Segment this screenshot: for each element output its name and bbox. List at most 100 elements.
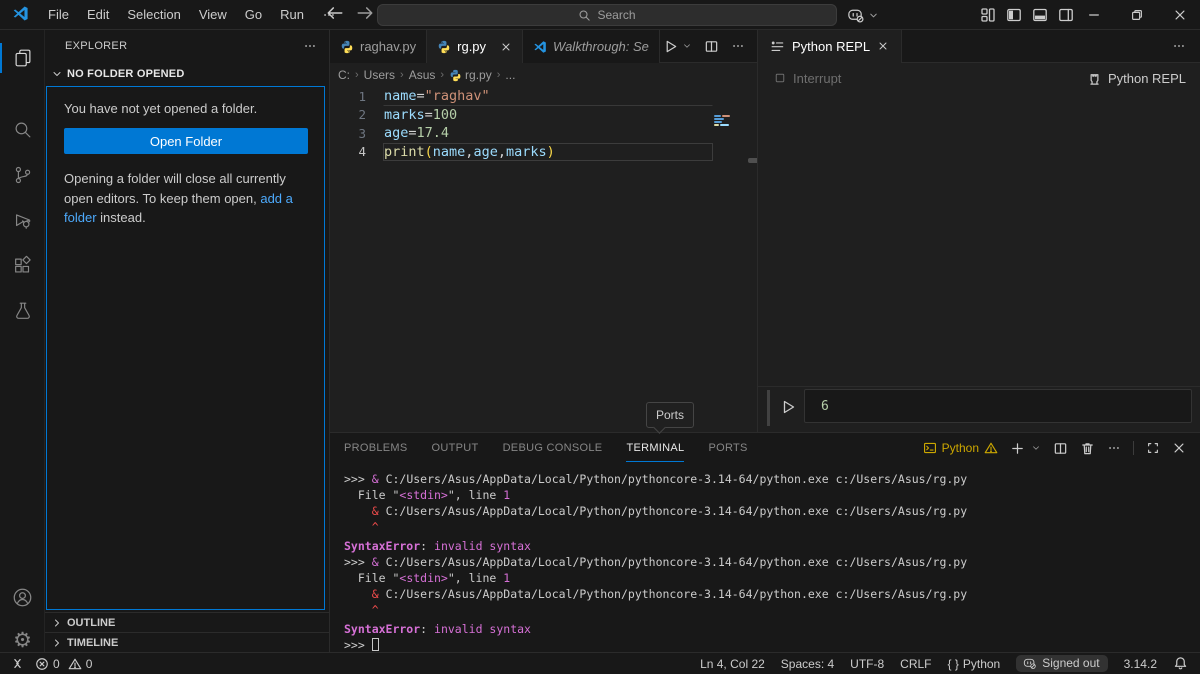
maximize-panel-icon[interactable]: [1146, 441, 1160, 455]
breadcrumb-item[interactable]: C:: [338, 68, 350, 82]
terminal-output[interactable]: >>> & C:/Users/Asus/AppData/Local/Python…: [344, 471, 1190, 652]
tab-output[interactable]: OUTPUT: [432, 442, 479, 454]
terminal-line: >>>: [344, 637, 1190, 653]
timeline-section[interactable]: TIMELINE: [45, 632, 329, 652]
repl-input-field[interactable]: 6: [804, 389, 1192, 423]
tab-rg-py[interactable]: rg.py: [427, 30, 524, 63]
breadcrumb-item[interactable]: rg.py: [465, 68, 492, 82]
ports-tooltip: Ports: [646, 402, 695, 428]
encoding[interactable]: UTF-8: [850, 657, 884, 671]
vscode-file-icon: [534, 40, 546, 53]
search-icon: [578, 9, 591, 22]
code-editor[interactable]: 1 name = "raghav" 2 marks = 100 3 age = 17.4 4 print(…: [330, 87, 766, 432]
code-line[interactable]: 2 marks = 100: [330, 106, 757, 125]
split-editor-icon[interactable]: [704, 39, 719, 54]
sidebar-title: EXPLORER: [65, 40, 128, 52]
forward-icon[interactable]: [356, 4, 374, 22]
editor-more-actions-icon[interactable]: [731, 39, 745, 53]
toggle-panel-icon[interactable]: [1032, 7, 1048, 23]
interrupt-button[interactable]: Interrupt: [774, 71, 841, 86]
outline-section[interactable]: OUTLINE: [45, 612, 329, 632]
code-line[interactable]: 4 print(name, age, marks): [330, 142, 757, 161]
menu-go[interactable]: Go: [236, 3, 271, 26]
tab-ports[interactable]: PORTS: [708, 442, 747, 454]
menu-view[interactable]: View: [190, 3, 236, 26]
accounts-icon[interactable]: [0, 577, 45, 617]
rook-icon: [1087, 71, 1102, 86]
open-folder-button[interactable]: Open Folder: [64, 128, 308, 154]
terminal-line: & C:/Users/Asus/AppData/Local/Python/pyt…: [371, 587, 968, 601]
python-version[interactable]: 3.14.2: [1124, 657, 1157, 671]
source-control-icon[interactable]: [0, 155, 45, 195]
chevron-right-icon: [51, 637, 63, 649]
terminal-line: File "<stdin>", line 1: [344, 571, 511, 585]
menu-edit[interactable]: Edit: [78, 3, 118, 26]
run-python-file-icon[interactable]: [663, 39, 678, 54]
tab-walkthrough[interactable]: Walkthrough: Se: [523, 30, 660, 63]
menu-selection[interactable]: Selection: [118, 3, 189, 26]
repl-execute-icon[interactable]: [780, 399, 796, 415]
code-line[interactable]: 3 age = 17.4: [330, 124, 757, 143]
warning-count-icon: [68, 657, 82, 671]
no-folder-section-header[interactable]: NO FOLDER OPENED: [45, 62, 329, 86]
remote-indicator-icon[interactable]: [10, 656, 25, 671]
indentation[interactable]: Spaces: 4: [781, 657, 834, 671]
customize-layout-icon[interactable]: [980, 7, 996, 23]
run-dropdown-icon[interactable]: [682, 41, 692, 51]
testing-icon[interactable]: [0, 291, 45, 331]
menubar: File Edit Selection View Go Run: [39, 3, 345, 26]
python-file-icon: [438, 40, 450, 53]
breadcrumb-item[interactable]: ...: [505, 68, 515, 82]
close-panel-icon[interactable]: [1172, 441, 1186, 455]
tab-terminal[interactable]: TERMINAL: [626, 442, 685, 462]
explorer-more-actions-icon[interactable]: [303, 39, 317, 53]
back-icon[interactable]: [326, 4, 344, 22]
python-repl-group: Python REPL Interrupt Python REPL 6: [757, 29, 1200, 432]
kill-terminal-icon[interactable]: [1080, 441, 1095, 456]
copilot-menu-button[interactable]: [846, 6, 879, 24]
menu-run[interactable]: Run: [271, 3, 313, 26]
repl-more-actions-icon[interactable]: [1172, 39, 1200, 53]
menu-file[interactable]: File: [39, 3, 78, 26]
search-placeholder: Search: [597, 8, 636, 22]
tab-raghav-py[interactable]: raghav.py: [330, 30, 428, 63]
copilot-signed-out-status[interactable]: Signed out: [1016, 655, 1108, 672]
close-tab-icon[interactable]: [877, 40, 889, 52]
breadcrumb-item[interactable]: Asus: [409, 68, 436, 82]
editor-group: raghav.py rg.py Walkthrough: Se C: › Use…: [330, 30, 766, 432]
minimize-button[interactable]: [1072, 0, 1115, 30]
extensions-icon[interactable]: [0, 246, 45, 286]
layout-controls: [980, 7, 1074, 23]
tab-debug-console[interactable]: DEBUG CONSOLE: [503, 442, 603, 454]
restore-button[interactable]: [1115, 0, 1158, 30]
run-debug-icon[interactable]: [0, 200, 45, 240]
line-number: 1: [358, 88, 366, 104]
eol-sequence[interactable]: CRLF: [900, 657, 931, 671]
language-mode[interactable]: { } Python: [948, 657, 1001, 671]
split-terminal-icon[interactable]: [1053, 441, 1068, 456]
notifications-bell-icon[interactable]: [1173, 656, 1188, 671]
tab-python-repl[interactable]: Python REPL: [758, 29, 903, 63]
repl-toolbar: Interrupt Python REPL: [758, 63, 1200, 93]
repl-language-status[interactable]: Python REPL: [1087, 71, 1186, 86]
close-window-button[interactable]: [1158, 0, 1200, 30]
breadcrumb-item[interactable]: Users: [364, 68, 395, 82]
terminal-process-button[interactable]: Python: [923, 441, 998, 455]
command-center-search[interactable]: Search: [377, 4, 837, 26]
minimap[interactable]: [714, 115, 732, 129]
error-count-icon: [35, 657, 49, 671]
search-view-icon[interactable]: [0, 110, 45, 150]
tab-problems[interactable]: PROBLEMS: [344, 442, 408, 454]
problems-status[interactable]: 0 0: [35, 657, 92, 671]
terminal-dropdown-icon[interactable]: [1031, 443, 1041, 453]
repl-scrollbar[interactable]: [767, 390, 770, 426]
panel-more-actions-icon[interactable]: [1107, 441, 1121, 455]
panel-actions: Python: [923, 441, 1200, 456]
panel-tabs: PROBLEMS OUTPUT DEBUG CONSOLE TERMINAL P…: [330, 433, 1200, 463]
explorer-icon[interactable]: [0, 38, 45, 78]
toggle-sidebar-icon[interactable]: [1006, 7, 1022, 23]
close-tab-icon[interactable]: [500, 41, 512, 53]
new-terminal-icon[interactable]: [1010, 441, 1025, 456]
cursor-position[interactable]: Ln 4, Col 22: [700, 657, 765, 671]
code-line[interactable]: 1 name = "raghav": [330, 87, 757, 106]
